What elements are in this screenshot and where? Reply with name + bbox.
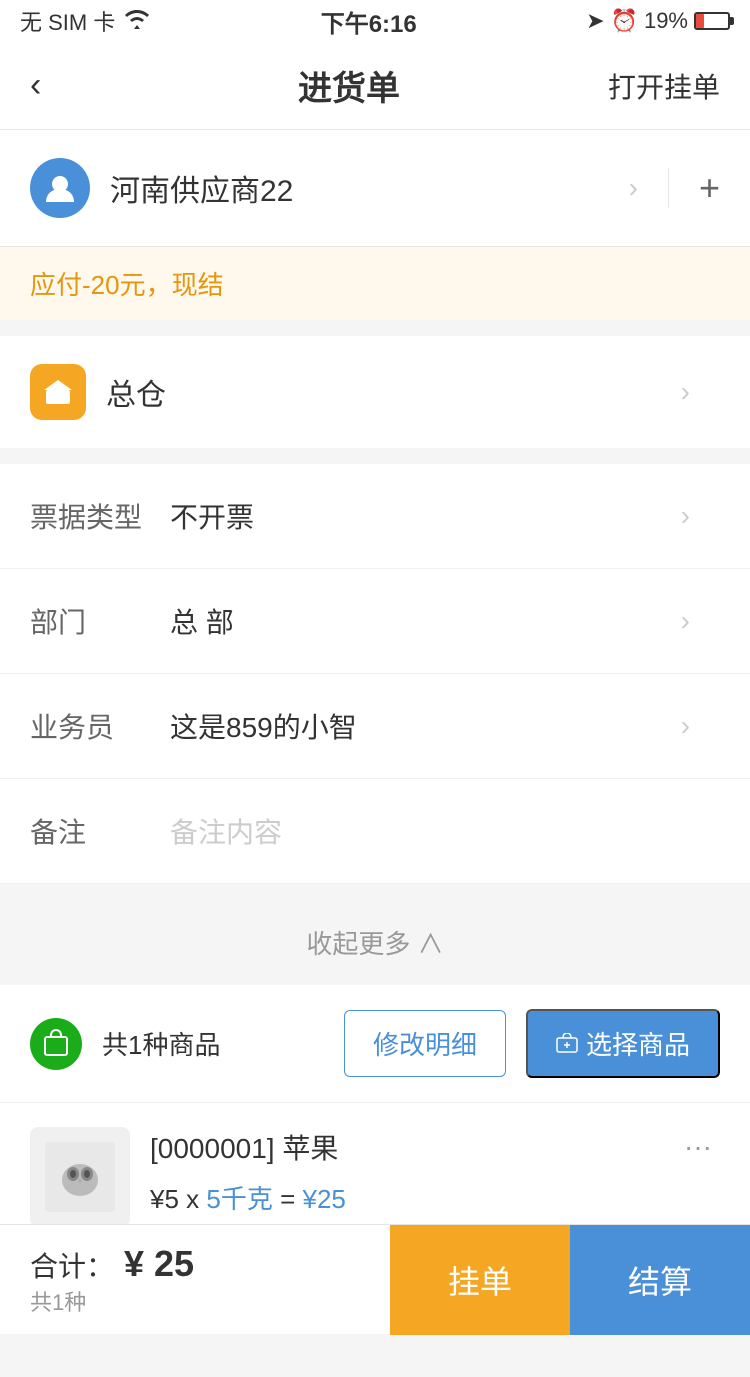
product-count-icon: [30, 1018, 82, 1070]
quantity-value: 5千克: [206, 1184, 272, 1214]
chevron-right-salesperson-icon: ›: [681, 710, 690, 742]
supplier-row[interactable]: 河南供应商22 › +: [0, 130, 750, 247]
status-bar: 无 SIM 卡 下午6:16 ➤ ⏰ 19%: [0, 0, 750, 42]
carrier-text: 无 SIM 卡: [20, 5, 115, 37]
product-price: ¥5 x 5千克 = ¥25: [150, 1179, 656, 1216]
invoice-value: 不开票: [170, 496, 681, 536]
chevron-right-invoice-icon: ›: [681, 500, 690, 532]
warehouse-name: 总仓: [106, 370, 681, 414]
supplier-card: 河南供应商22 › + 应付-20元，现结: [0, 130, 750, 320]
chevron-right-department-icon: ›: [681, 605, 690, 637]
location-icon: ➤: [586, 8, 604, 34]
hang-button[interactable]: 挂单: [390, 1225, 570, 1335]
nav-bar: ‹ 进货单 打开挂单: [0, 42, 750, 130]
nav-title: 进货单: [298, 61, 400, 110]
remark-row[interactable]: 备注 备注内容: [0, 779, 750, 884]
department-row[interactable]: 部门 总 部 ›: [0, 569, 750, 674]
total-text: 合计：: [30, 1245, 114, 1285]
select-product-label: 选择商品: [586, 1025, 690, 1062]
status-right: ➤ ⏰ 19%: [586, 8, 730, 34]
collapse-text: 收起更多 ∧: [306, 924, 443, 961]
collapse-button[interactable]: 收起更多 ∧: [0, 900, 750, 985]
status-left: 无 SIM 卡: [20, 5, 151, 37]
product-count-text: 共1种商品: [102, 1025, 324, 1062]
price-value: ¥5: [150, 1184, 179, 1214]
battery-percent: 19%: [644, 8, 688, 34]
salesperson-value: 这是859的小智: [170, 706, 681, 746]
select-product-button[interactable]: 选择商品: [526, 1009, 720, 1078]
status-time: 下午6:16: [321, 4, 417, 39]
notice-text: 应付-20元，现结: [30, 270, 224, 300]
product-info: [0000001] 苹果 ¥5 x 5千克 = ¥25: [150, 1127, 656, 1216]
warehouse-card: 总仓 ›: [0, 336, 750, 448]
back-button[interactable]: ‹: [30, 66, 90, 105]
total-count: 共1种: [30, 1285, 360, 1317]
edit-detail-button[interactable]: 修改明细: [344, 1010, 506, 1077]
department-value: 总 部: [170, 601, 681, 641]
chevron-right-icon: ›: [629, 172, 638, 204]
open-hang-button[interactable]: 打开挂单: [608, 66, 720, 106]
price-equals: =: [280, 1184, 302, 1214]
invoice-row[interactable]: 票据类型 不开票 ›: [0, 464, 750, 569]
divider: [668, 168, 669, 208]
battery-icon: [694, 12, 730, 30]
notice-bar: 应付-20元，现结: [0, 247, 750, 320]
price-x: x: [186, 1184, 206, 1214]
salesperson-row[interactable]: 业务员 这是859的小智 ›: [0, 674, 750, 779]
product-thumbnail: [30, 1127, 130, 1227]
salesperson-label: 业务员: [30, 706, 170, 746]
add-button[interactable]: +: [699, 167, 720, 209]
total-value: ¥25: [303, 1184, 346, 1214]
supplier-name: 河南供应商22: [110, 166, 629, 210]
department-label: 部门: [30, 601, 170, 641]
product-title: [0000001] 苹果: [150, 1127, 656, 1167]
remark-label: 备注: [30, 811, 170, 851]
total-label: 合计： ¥ 25: [30, 1243, 360, 1285]
alarm-icon: ⏰: [611, 8, 638, 34]
supplier-avatar: [30, 158, 90, 218]
total-amount: ¥ 25: [124, 1243, 194, 1285]
product-header: 共1种商品 修改明细 选择商品: [0, 985, 750, 1102]
bottom-bar: 合计： ¥ 25 共1种 挂单 结算: [0, 1224, 750, 1334]
invoice-label: 票据类型: [30, 496, 170, 536]
form-card: 票据类型 不开票 › 部门 总 部 › 业务员 这是859的小智 › 备注 备注…: [0, 464, 750, 884]
wifi-icon: [123, 7, 151, 35]
total-section: 合计： ¥ 25 共1种: [0, 1243, 390, 1317]
warehouse-row[interactable]: 总仓 ›: [0, 336, 750, 448]
product-more-button[interactable]: ···: [676, 1127, 720, 1167]
product-section: 共1种商品 修改明细 选择商品: [0, 985, 750, 1251]
chevron-right-warehouse-icon: ›: [681, 376, 690, 408]
remark-placeholder: 备注内容: [170, 811, 720, 851]
checkout-button[interactable]: 结算: [570, 1225, 750, 1335]
content: 河南供应商22 › + 应付-20元，现结 总仓 › 票据类型 不开票 ›: [0, 130, 750, 1377]
warehouse-icon: [30, 364, 86, 420]
